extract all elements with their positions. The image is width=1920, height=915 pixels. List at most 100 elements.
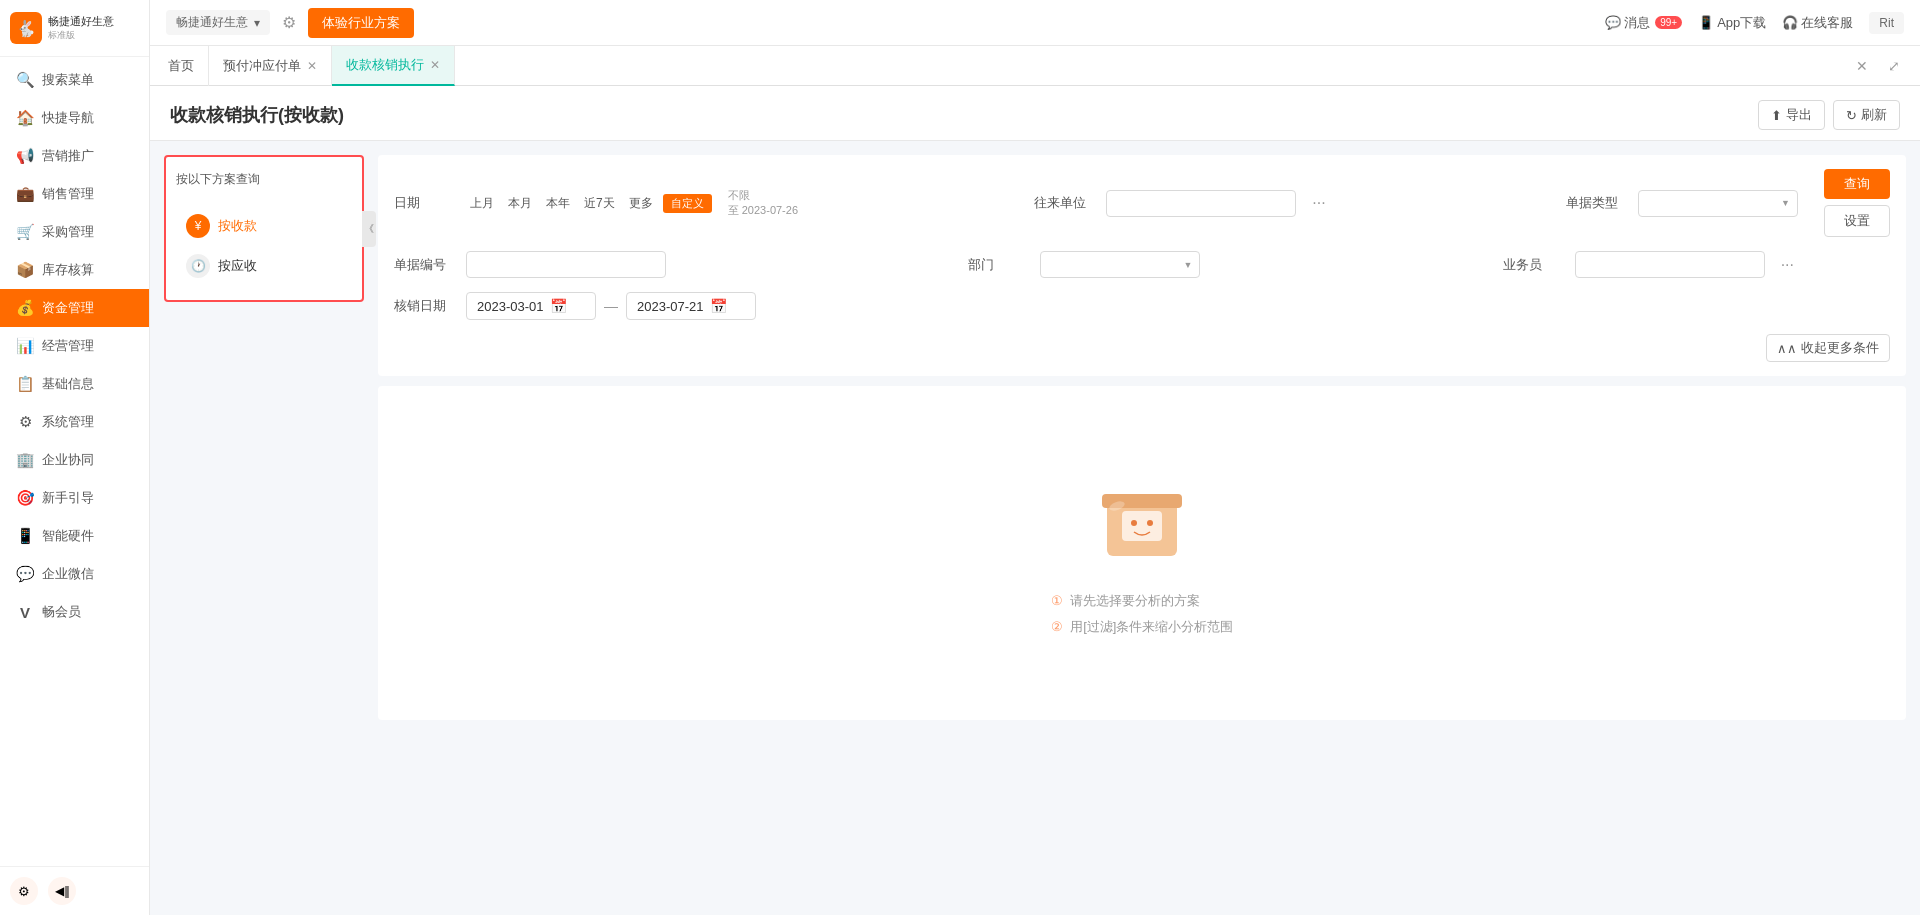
- online-service-area[interactable]: 🎧 在线客服: [1782, 14, 1853, 32]
- query-button[interactable]: 查询: [1824, 169, 1890, 199]
- sidebar-nav: 🔍 搜索菜单 🏠 快捷导航 📢 营销推广 💼 销售管理 🛒 采购管理 📦 库存核…: [0, 57, 149, 866]
- brand-selector[interactable]: 畅捷通好生意 ▾: [166, 10, 270, 35]
- bill-no-label: 单据编号: [394, 256, 454, 274]
- empty-hint-text: ① 请先选择要分析的方案 ② 用[过滤]条件来缩小分析范围: [1051, 588, 1234, 640]
- verify-date-start-input[interactable]: 2023-03-01 📅: [466, 292, 596, 320]
- tab-prepay[interactable]: 预付冲应付单 ✕: [209, 46, 332, 86]
- marketing-icon: 📢: [16, 147, 34, 165]
- collapse-sidebar-icon[interactable]: ◀‖: [48, 877, 76, 905]
- guide-icon: 🎯: [16, 489, 34, 507]
- collapse-conditions-row: ∧∧ 收起更多条件: [394, 334, 1890, 362]
- basic-info-icon: 📋: [16, 375, 34, 393]
- sidebar-item-guide[interactable]: 🎯 新手引导: [0, 479, 149, 517]
- sidebar-item-search[interactable]: 🔍 搜索菜单: [0, 61, 149, 99]
- staff-input[interactable]: [1575, 251, 1765, 278]
- sidebar-item-system[interactable]: ⚙ 系统管理: [0, 403, 149, 441]
- left-panel: 按以下方案查询 ¥ 按收款 🕐 按应收 《: [164, 155, 364, 720]
- industry-plan-button[interactable]: 体验行业方案: [308, 8, 414, 38]
- sidebar-item-inventory[interactable]: 📦 库存核算: [0, 251, 149, 289]
- sidebar-item-enterprise[interactable]: 🏢 企业协同: [0, 441, 149, 479]
- bill-type-select[interactable]: [1638, 190, 1798, 217]
- date-more-btn[interactable]: 更多: [625, 193, 657, 214]
- tab-prepay-close-icon[interactable]: ✕: [307, 59, 317, 73]
- sidebar-item-purchase[interactable]: 🛒 采购管理: [0, 213, 149, 251]
- hardware-icon: 📱: [16, 527, 34, 545]
- app-download-label: App下载: [1717, 14, 1766, 32]
- bill-type-label: 单据类型: [1566, 194, 1626, 212]
- query-option-by-receipt[interactable]: ¥ 按收款: [176, 206, 352, 246]
- tab-close-all-icon[interactable]: ✕: [1848, 52, 1876, 80]
- verify-date-end-input[interactable]: 2023-07-21 📅: [626, 292, 756, 320]
- sidebar-label-inventory: 库存核算: [42, 261, 94, 279]
- date-last-month-btn[interactable]: 上月: [466, 193, 498, 214]
- date-this-month-btn[interactable]: 本月: [504, 193, 536, 214]
- sidebar-label-marketing: 营销推广: [42, 147, 94, 165]
- filter-row-2: 单据编号 部门 业务员 ···: [394, 251, 1890, 278]
- sidebar-item-hardware[interactable]: 📱 智能硬件: [0, 517, 149, 555]
- sidebar-item-member[interactable]: V 畅会员: [0, 593, 149, 631]
- export-button[interactable]: ⬆ 导出: [1758, 100, 1825, 130]
- page-header-actions: ⬆ 导出 ↻ 刷新: [1758, 100, 1900, 130]
- sidebar-item-finance[interactable]: 💰 资金管理: [0, 289, 149, 327]
- svg-rect-2: [1122, 511, 1162, 541]
- sidebar-item-marketing[interactable]: 📢 营销推广: [0, 137, 149, 175]
- empty-svg: [1082, 466, 1202, 576]
- tab-receipt-label: 收款核销执行: [346, 56, 424, 74]
- receipt-option-label: 按收款: [218, 217, 257, 235]
- topbar-right: 💬 消息 99+ 📱 App下载 🎧 在线客服 Rit: [1605, 12, 1904, 34]
- tab-receipt-close-icon[interactable]: ✕: [430, 58, 440, 72]
- sidebar-item-sales[interactable]: 💼 销售管理: [0, 175, 149, 213]
- app-download-area[interactable]: 📱 App下载: [1698, 14, 1766, 32]
- sidebar-label-wechat: 企业微信: [42, 565, 94, 583]
- date-display: 不限 至 2023-07-26: [728, 188, 798, 218]
- panel-collapse-button[interactable]: 《: [362, 211, 376, 247]
- settings-footer-icon[interactable]: ⚙: [10, 877, 38, 905]
- collapse-chevron-icon: ∧∧: [1777, 341, 1797, 356]
- staff-more-icon[interactable]: ···: [1777, 256, 1798, 274]
- verify-date-start-value: 2023-03-01: [477, 299, 544, 314]
- tabbar: 首页 预付冲应付单 ✕ 收款核销执行 ✕ ✕ ⤢: [150, 46, 1920, 86]
- user-account[interactable]: Rit: [1869, 12, 1904, 34]
- counterparty-label: 往来单位: [1034, 194, 1094, 212]
- sidebar-item-basic-info[interactable]: 📋 基础信息: [0, 365, 149, 403]
- sidebar-item-management[interactable]: 📊 经营管理: [0, 327, 149, 365]
- dept-select[interactable]: [1040, 251, 1200, 278]
- date-custom-badge[interactable]: 自定义: [663, 194, 712, 213]
- sidebar-item-wechat[interactable]: 💬 企业微信: [0, 555, 149, 593]
- results-area: ① 请先选择要分析的方案 ② 用[过滤]条件来缩小分析范围: [378, 386, 1906, 720]
- collapse-label: 收起更多条件: [1801, 339, 1879, 357]
- date-this-year-btn[interactable]: 本年: [542, 193, 574, 214]
- date-to-value: 至 2023-07-26: [728, 203, 798, 218]
- refresh-button[interactable]: ↻ 刷新: [1833, 100, 1900, 130]
- counterparty-input[interactable]: [1106, 190, 1296, 217]
- sidebar-label-hardware: 智能硬件: [42, 527, 94, 545]
- query-option-by-receivable[interactable]: 🕐 按应收: [176, 246, 352, 286]
- message-area[interactable]: 💬 消息 99+: [1605, 14, 1682, 32]
- bill-no-input[interactable]: [466, 251, 666, 278]
- tab-receipt[interactable]: 收款核销执行 ✕: [332, 46, 455, 86]
- hint-num-2: ②: [1051, 619, 1063, 634]
- sidebar-label-finance: 资金管理: [42, 299, 94, 317]
- app-logo-icon: 🐇: [10, 12, 42, 44]
- empty-illustration: [1082, 466, 1202, 576]
- sidebar-logo: 🐇 畅捷通好生意 标准版: [0, 0, 149, 57]
- receivable-option-icon: 🕐: [186, 254, 210, 278]
- purchase-icon: 🛒: [16, 223, 34, 241]
- action-buttons-col: 查询 设置: [1824, 169, 1890, 237]
- sales-icon: 💼: [16, 185, 34, 203]
- page-header: 收款核销执行(按收款) ⬆ 导出 ↻ 刷新: [150, 86, 1920, 141]
- tab-home[interactable]: 首页: [154, 46, 209, 86]
- tab-expand-icon[interactable]: ⤢: [1880, 52, 1908, 80]
- sidebar-item-quick-nav[interactable]: 🏠 快捷导航: [0, 99, 149, 137]
- logo-text-block: 畅捷通好生意 标准版: [48, 14, 114, 41]
- receipt-option-icon: ¥: [186, 214, 210, 238]
- counterparty-more-icon[interactable]: ···: [1308, 194, 1329, 212]
- date-7days-btn[interactable]: 近7天: [580, 193, 619, 214]
- page-title: 收款核销执行(按收款): [170, 103, 344, 127]
- home-icon: 🏠: [16, 109, 34, 127]
- collapse-conditions-button[interactable]: ∧∧ 收起更多条件: [1766, 334, 1890, 362]
- settings-button[interactable]: 设置: [1824, 205, 1890, 237]
- topbar-settings-icon[interactable]: ⚙: [282, 13, 296, 32]
- dept-select-wrapper: [1040, 251, 1200, 278]
- user-name: Rit: [1879, 16, 1894, 30]
